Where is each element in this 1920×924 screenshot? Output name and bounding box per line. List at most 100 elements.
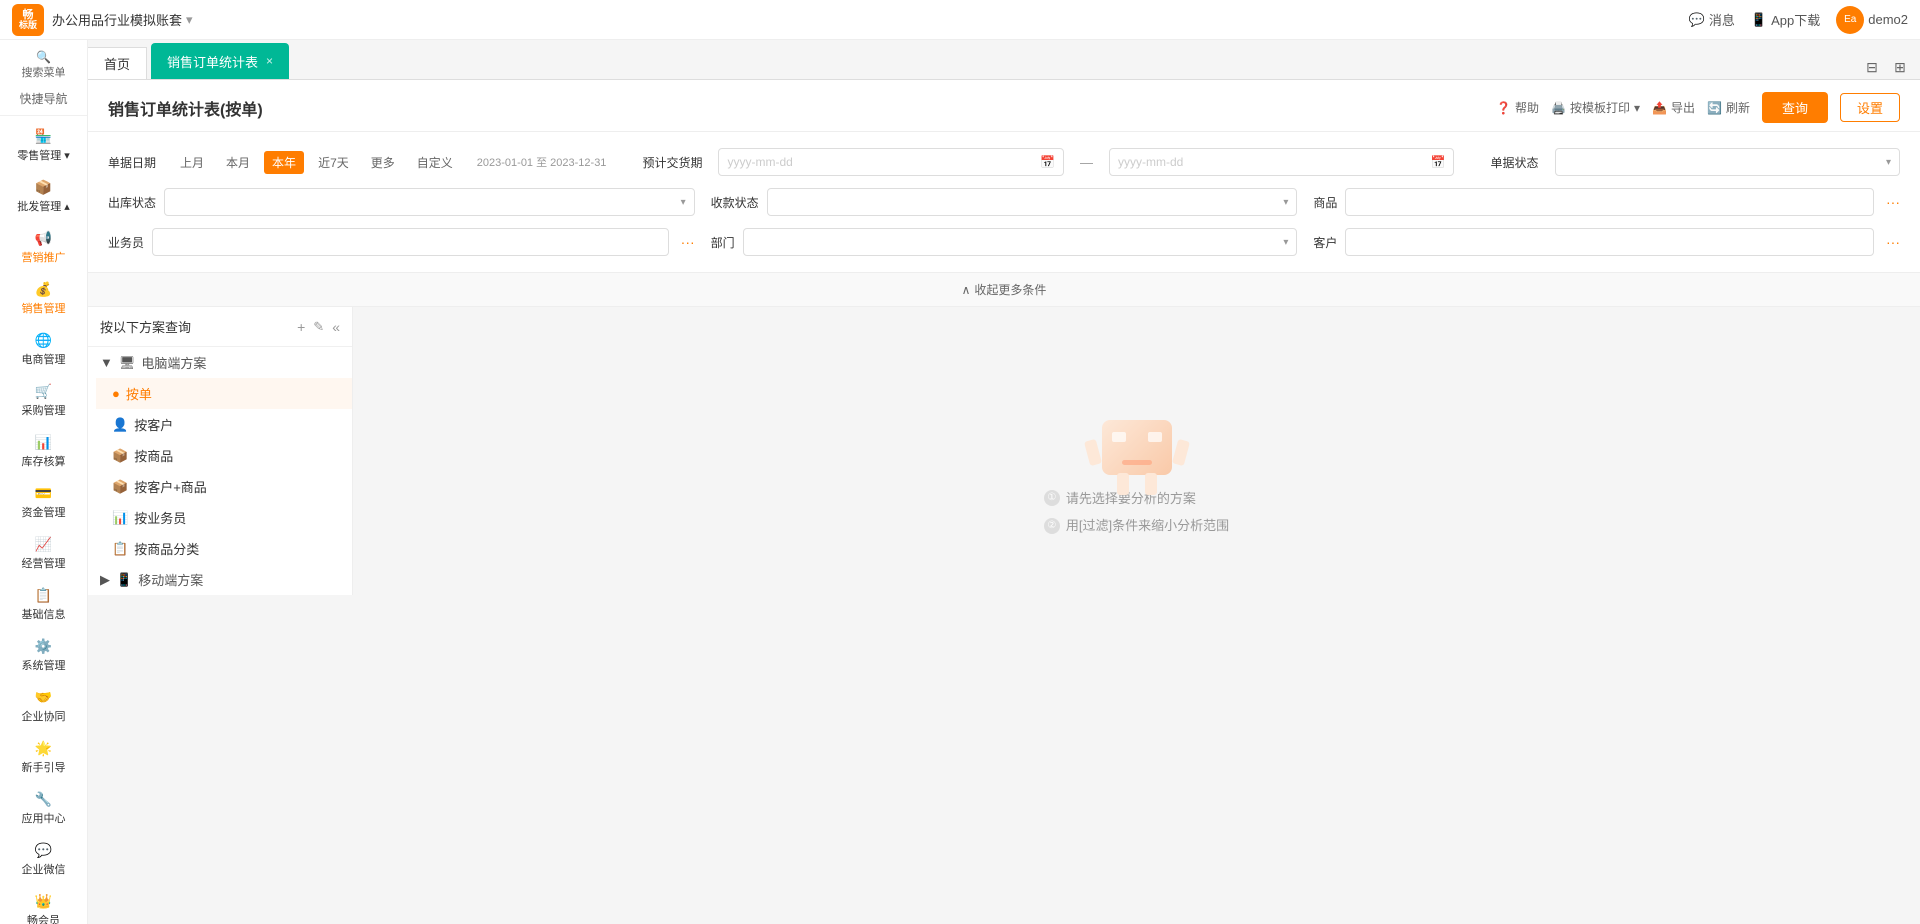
tree-item-by-goods-category[interactable]: 📋 按商品分类 — [96, 533, 352, 564]
by-goods-icon: 📦 — [112, 448, 128, 464]
last-month-btn[interactable]: 上月 — [172, 151, 212, 174]
department-chevron: ▾ — [1283, 237, 1288, 248]
calendar-icon: 📅 — [1040, 155, 1055, 169]
salesperson-more-btn[interactable]: ··· — [681, 234, 695, 250]
app-download-btn[interactable]: 📱 App下载 — [1751, 10, 1820, 29]
query-button[interactable]: 查询 — [1762, 92, 1828, 123]
chevron-down-icon: ▾ — [186, 12, 193, 28]
message-icon: 💬 — [1689, 12, 1705, 28]
search-icon: 🔍 — [36, 50, 51, 64]
shipment-chevron: ▾ — [681, 197, 686, 208]
sidebar-search[interactable]: 🔍 搜索菜单 — [0, 40, 87, 86]
doc-status-chevron: ▾ — [1886, 157, 1891, 168]
this-year-btn[interactable]: 本年 — [264, 151, 304, 174]
collapse-panel-btn[interactable]: « — [332, 319, 340, 335]
settings-button[interactable]: 设置 — [1840, 93, 1900, 122]
sidebar-item-enterprise[interactable]: 🤝 企业协同 — [0, 681, 87, 732]
doc-status-select[interactable]: ▾ — [1555, 148, 1901, 176]
tree-item-by-customer-goods[interactable]: 📦 按客户+商品 — [96, 471, 352, 502]
finance-icon: 💳 — [35, 485, 52, 502]
expected-delivery-start[interactable]: yyyy-mm-dd 📅 — [718, 148, 1064, 176]
sidebar-item-retail[interactable]: 🏪 零售管理 ▾ — [0, 120, 87, 171]
salesperson-input[interactable] — [152, 228, 669, 256]
topbar-left: 畅 标版 办公用品行业模拟账套 ▾ — [12, 4, 193, 36]
salesperson-section: 业务员 ··· — [108, 228, 695, 256]
sidebar-item-marketing[interactable]: 📢 营销推广 — [0, 222, 87, 273]
tree-item-by-customer[interactable]: 👤 按客户 — [96, 409, 352, 440]
left-panel-actions: + ✎ « — [297, 319, 340, 335]
goods-more-btn[interactable]: ··· — [1886, 194, 1900, 210]
date-label: 单据日期 — [108, 154, 156, 171]
shipment-section: 出库状态 ▾ — [108, 188, 695, 216]
sidebar-item-inventory[interactable]: 📊 库存核算 — [0, 426, 87, 477]
sidebar-item-apps[interactable]: 🔧 应用中心 — [0, 783, 87, 834]
sidebar-item-ecommerce[interactable]: 🌐 电商管理 — [0, 324, 87, 375]
company-selector[interactable]: 办公用品行业模拟账套 ▾ — [52, 10, 193, 29]
messages-btn[interactable]: 💬 消息 — [1689, 10, 1735, 29]
collapse-bar: ∧ 收起更多条件 — [88, 273, 1920, 307]
newbie-icon: 🌟 — [35, 740, 52, 757]
date-btn-group: 上月 本月 本年 近7天 更多 自定义 — [172, 151, 461, 174]
collection-section: 收款状态 ▾ — [711, 188, 1298, 216]
customer-input[interactable] — [1345, 228, 1874, 256]
refresh-btn[interactable]: 🔄 刷新 — [1707, 99, 1750, 116]
tab-home[interactable]: 首页 — [88, 47, 147, 79]
sidebar-item-weixin[interactable]: 💬 企业微信 — [0, 834, 87, 885]
this-month-btn[interactable]: 本月 — [218, 151, 258, 174]
user-menu[interactable]: Ea demo2 — [1836, 6, 1908, 34]
filter-row-1: 单据日期 上月 本月 本年 近7天 更多 自定义 2023-01-01 至 20… — [108, 148, 1900, 176]
phone-icon: 📱 — [1751, 12, 1767, 28]
edit-scheme-btn[interactable]: ✎ — [313, 319, 324, 335]
left-panel-title: 按以下方案查询 — [100, 317, 191, 336]
add-scheme-btn[interactable]: + — [297, 319, 305, 335]
apps-icon: 🔧 — [35, 791, 52, 808]
weixin-icon: 💬 — [35, 842, 52, 859]
system-icon: ⚙️ — [35, 638, 52, 655]
department-section: 部门 ▾ — [711, 228, 1298, 256]
filter-area: 单据日期 上月 本月 本年 近7天 更多 自定义 2023-01-01 至 20… — [88, 132, 1920, 273]
tab-sales-stats[interactable]: 销售订单统计表 × — [151, 43, 289, 79]
department-select[interactable]: ▾ — [743, 228, 1298, 256]
custom-btn[interactable]: 自定义 — [409, 151, 461, 174]
customer-more-btn[interactable]: ··· — [1886, 234, 1900, 250]
goods-input[interactable] — [1345, 188, 1874, 216]
tree-parent-pc[interactable]: ▼ 🖥 电脑端方案 — [88, 347, 352, 378]
collection-select[interactable]: ▾ — [767, 188, 1298, 216]
sidebar-item-system[interactable]: ⚙️ 系统管理 — [0, 630, 87, 681]
sales-icon: 💰 — [35, 281, 52, 298]
tree-parent-mobile[interactable]: ▶ 📱 移动端方案 — [88, 564, 352, 595]
sidebar-item-basic[interactable]: 📋 基础信息 — [0, 579, 87, 630]
sidebar-quick-nav[interactable]: 快捷导航 — [0, 86, 87, 116]
left-panel: 按以下方案查询 + ✎ « ▼ 🖥 电脑端方案 — [88, 307, 353, 595]
sidebar-item-member[interactable]: 👑 畅会员 — [0, 885, 87, 924]
tab-maximize-btn[interactable]: ⊞ — [1888, 55, 1912, 79]
sidebar-item-finance[interactable]: 💳 资金管理 — [0, 477, 87, 528]
shipment-select[interactable]: ▾ — [164, 188, 695, 216]
sidebar-item-newbie[interactable]: 🌟 新手引导 — [0, 732, 87, 783]
expected-delivery-label: 预计交货期 — [642, 154, 702, 171]
tree-item-by-order[interactable]: ● 按单 — [96, 378, 352, 409]
more-btn[interactable]: 更多 — [363, 151, 403, 174]
customer-label: 客户 — [1313, 234, 1337, 251]
by-cg-icon: 📦 — [112, 479, 128, 495]
print-btn[interactable]: 🖨️ 按模板打印 ▾ — [1551, 99, 1640, 116]
help-btn[interactable]: ❓ 帮助 — [1496, 99, 1539, 116]
sidebar-item-operations[interactable]: 📈 经营管理 — [0, 528, 87, 579]
tab-minimize-btn[interactable]: ⊟ — [1860, 55, 1884, 79]
last7days-btn[interactable]: 近7天 — [310, 151, 357, 174]
date-range-text: 2023-01-01 至 2023-12-31 — [477, 154, 607, 170]
tab-close-btn[interactable]: × — [266, 54, 273, 68]
collapse-button[interactable]: ∧ 收起更多条件 — [962, 281, 1047, 298]
page-actions: ❓ 帮助 🖨️ 按模板打印 ▾ 📤 导出 🔄 刷新 — [1496, 92, 1900, 123]
export-btn[interactable]: 📤 导出 — [1652, 99, 1695, 116]
tree-item-by-salesperson[interactable]: 📊 按业务员 — [96, 502, 352, 533]
tree-item-by-goods[interactable]: 📦 按商品 — [96, 440, 352, 471]
sidebar-item-sales[interactable]: 💰 销售管理 — [0, 273, 87, 324]
sidebar-item-wholesale[interactable]: 📦 批发管理 ▴ — [0, 171, 87, 222]
sidebar: 🔍 搜索菜单 快捷导航 🏪 零售管理 ▾ 📦 批发管理 ▴ 📢 营销推广 💰 销… — [0, 40, 88, 924]
doc-status-label: 单据状态 — [1490, 154, 1538, 171]
right-content: ① 请先选择要分析的方案 ② 用[过滤]条件来缩小分析范围 — [353, 307, 1920, 595]
sidebar-item-purchase[interactable]: 🛒 采购管理 — [0, 375, 87, 426]
collection-chevron: ▾ — [1283, 197, 1288, 208]
expected-delivery-end[interactable]: yyyy-mm-dd 📅 — [1109, 148, 1455, 176]
